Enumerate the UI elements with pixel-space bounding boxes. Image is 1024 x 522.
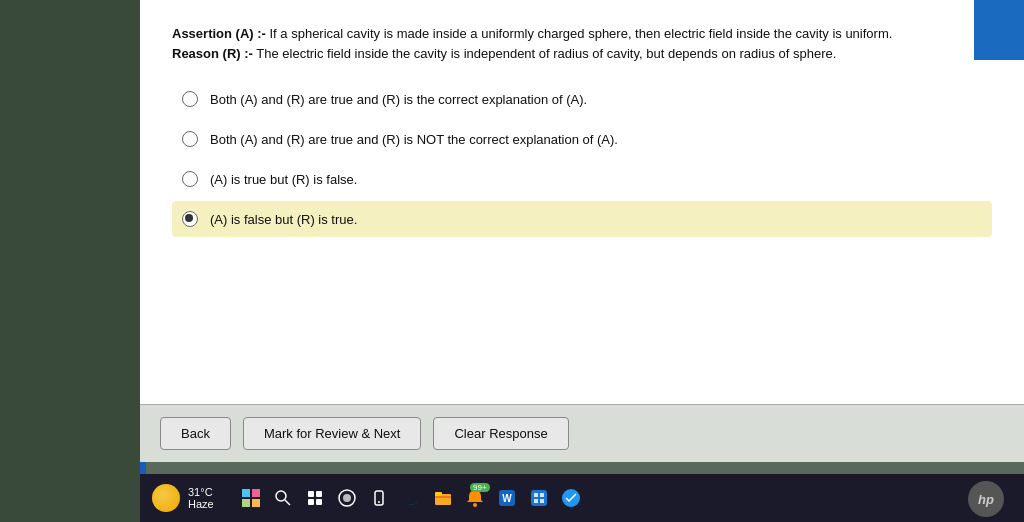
options-list: Both (A) and (R) are true and (R) is the…: [172, 81, 992, 388]
weather-widget: 31°C Haze: [152, 484, 214, 512]
left-bezel: [0, 0, 140, 522]
option-item-1[interactable]: Both (A) and (R) are true and (R) is the…: [172, 81, 992, 117]
action-bar: Back Mark for Review & Next Clear Respon…: [140, 404, 1024, 462]
notification-icon[interactable]: 99+: [464, 487, 486, 509]
svg-point-9: [378, 501, 380, 503]
svg-rect-5: [316, 499, 322, 505]
file-explorer-icon[interactable]: [432, 487, 454, 509]
svg-line-1: [285, 500, 290, 505]
svg-rect-19: [540, 499, 544, 503]
notification-badge: 99+: [470, 483, 490, 492]
app1-icon[interactable]: W: [496, 487, 518, 509]
weather-icon: [152, 484, 180, 512]
search-icon[interactable]: [272, 487, 294, 509]
svg-rect-16: [534, 493, 538, 497]
clear-response-button[interactable]: Clear Response: [433, 417, 568, 450]
taskbar: 31°C Haze: [140, 474, 1024, 522]
option-label-4: (A) is false but (R) is true.: [210, 212, 357, 227]
question-text: Assertion (A) :- If a spherical cavity i…: [172, 24, 992, 63]
option-item-3[interactable]: (A) is true but (R) is false.: [172, 161, 992, 197]
svg-point-12: [473, 503, 477, 507]
weather-condition: Haze: [188, 498, 214, 510]
reason-text: The electric field inside the cavity is …: [253, 46, 836, 61]
option-label-2: Both (A) and (R) are true and (R) is NOT…: [210, 132, 618, 147]
svg-rect-4: [308, 499, 314, 505]
assertion-text: If a spherical cavity is made inside a u…: [266, 26, 892, 41]
assertion-label: Assertion (A) :-: [172, 26, 266, 41]
reason-label: Reason (R) :-: [172, 46, 253, 61]
screen: Assertion (A) :- If a spherical cavity i…: [140, 0, 1024, 462]
option-item-4[interactable]: (A) is false but (R) is true.: [172, 201, 992, 237]
weather-info: 31°C Haze: [188, 486, 214, 510]
windows-logo: [242, 489, 260, 507]
svg-rect-3: [316, 491, 322, 497]
hp-logo: hp: [968, 481, 1004, 517]
svg-point-7: [343, 494, 351, 502]
svg-text:W: W: [502, 493, 512, 504]
back-button[interactable]: Back: [160, 417, 231, 450]
option-label-1: Both (A) and (R) are true and (R) is the…: [210, 92, 587, 107]
option-label-3: (A) is true but (R) is false.: [210, 172, 357, 187]
svg-rect-2: [308, 491, 314, 497]
windows-start-icon[interactable]: [240, 487, 262, 509]
option-radio-2[interactable]: [182, 131, 198, 147]
edge-browser-icon[interactable]: [400, 487, 422, 509]
blue-corner-button[interactable]: [974, 0, 1024, 60]
option-radio-1[interactable]: [182, 91, 198, 107]
svg-point-0: [276, 491, 286, 501]
camera-icon[interactable]: [336, 487, 358, 509]
svg-rect-11: [435, 492, 442, 496]
svg-rect-15: [531, 490, 547, 506]
taskbar-icons: 99+ W: [240, 487, 582, 509]
content-area: Assertion (A) :- If a spherical cavity i…: [140, 0, 1024, 404]
app2-icon[interactable]: [528, 487, 550, 509]
review-next-button[interactable]: Mark for Review & Next: [243, 417, 422, 450]
task-view-icon[interactable]: [304, 487, 326, 509]
svg-rect-17: [540, 493, 544, 497]
telegram-icon[interactable]: [560, 487, 582, 509]
option-item-2[interactable]: Both (A) and (R) are true and (R) is NOT…: [172, 121, 992, 157]
temperature: 31°C: [188, 486, 214, 498]
phone-icon[interactable]: [368, 487, 390, 509]
option-radio-4[interactable]: [182, 211, 198, 227]
svg-rect-18: [534, 499, 538, 503]
option-radio-3[interactable]: [182, 171, 198, 187]
